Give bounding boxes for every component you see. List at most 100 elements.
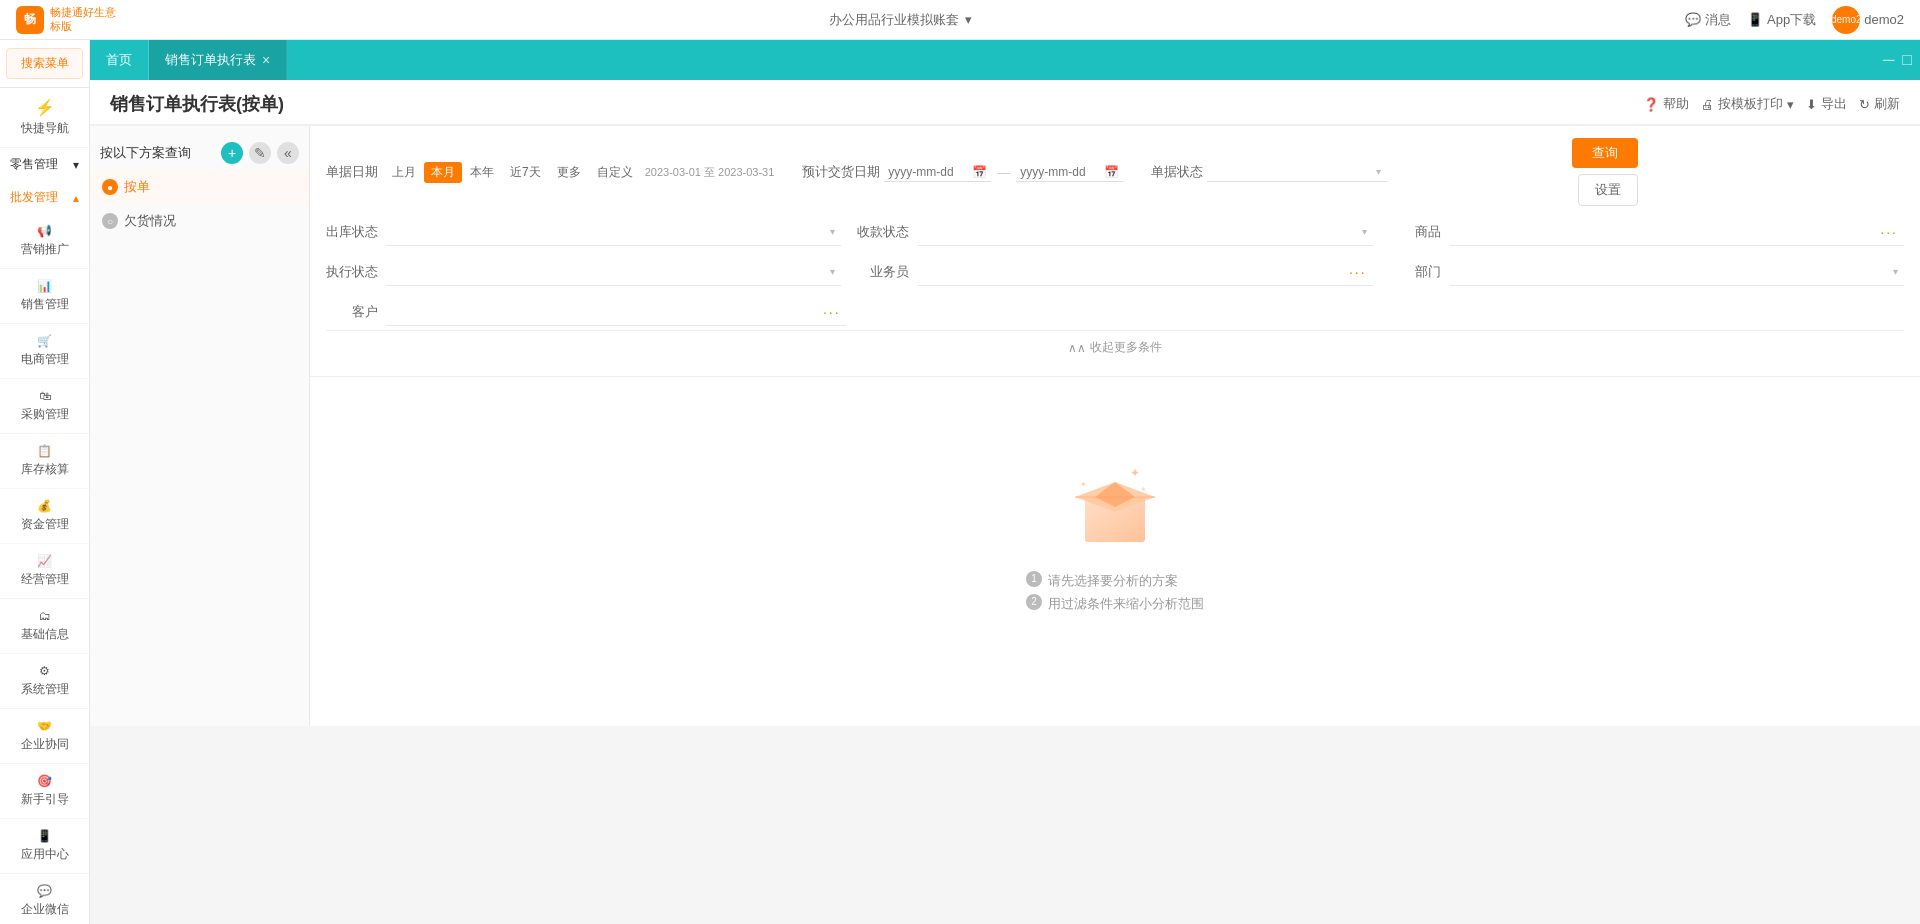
refresh-icon: ↻ — [1859, 97, 1870, 112]
sidebar-item-basicinfo[interactable]: 🗂 基础信息 — [0, 599, 89, 654]
finance-icon: 💰 — [37, 499, 52, 513]
date-btn-lastmonth[interactable]: 上月 — [384, 161, 424, 184]
salesperson-label: 业务员 — [857, 263, 917, 281]
sidebar-item-finance[interactable]: 💰 资金管理 — [0, 489, 89, 544]
salesperson-more-icon[interactable]: ··· — [1349, 264, 1367, 280]
tab-close-icon[interactable]: × — [262, 52, 270, 68]
sidebar-item-wholesale[interactable]: 批发管理 ▴ — [0, 181, 89, 214]
collapse-panel-button[interactable]: « — [277, 142, 299, 164]
doc-status-select[interactable]: ▾ — [1207, 162, 1387, 182]
left-panel: 按以下方案查询 + ✎ « ● 按单 ○ — [90, 126, 310, 726]
breadcrumb-arrow-icon[interactable]: ▾ — [965, 12, 972, 27]
sidebar-item-inventory[interactable]: 📋 库存核算 — [0, 434, 89, 489]
scheme-item-byorder[interactable]: ● 按单 — [90, 170, 309, 204]
purchase-icon: 🛍 — [39, 389, 51, 403]
content-area: 首页 销售订单执行表 × ─ □ 销售订单执行表(按单) ❓ 帮助 — [90, 40, 1920, 924]
system-icon: ⚙ — [39, 664, 50, 678]
sidebar-item-operations[interactable]: 📈 经营管理 — [0, 544, 89, 599]
tab-active[interactable]: 销售订单执行表 × — [149, 40, 287, 80]
message-icon: 💬 — [1685, 12, 1701, 27]
sidebar-item-collab[interactable]: 🤝 企业协同 — [0, 709, 89, 764]
scheme-dot-inactive: ○ — [102, 213, 118, 229]
salesperson-input[interactable]: ··· — [917, 258, 1372, 286]
sidebar-item-retail[interactable]: 零售管理 ▾ — [0, 148, 89, 181]
sidebar-item-appcenter[interactable]: 📱 应用中心 — [0, 819, 89, 874]
date-filter-group: 单据日期 上月 本月 本年 近7天 更多 自定义 — [326, 161, 774, 184]
filter-section: 单据日期 上月 本月 本年 近7天 更多 自定义 — [310, 126, 1920, 377]
payment-status-arrow-icon: ▾ — [1362, 226, 1367, 237]
scheme-item-stock[interactable]: ○ 欠货情况 — [90, 204, 309, 238]
goods-label: 商品 — [1389, 223, 1449, 241]
date-btn-thisyear[interactable]: 本年 — [462, 161, 502, 184]
date-btn-7days[interactable]: 近7天 — [502, 161, 549, 184]
edit-scheme-button[interactable]: ✎ — [249, 142, 271, 164]
search-menu-button[interactable]: 搜索菜单 — [6, 48, 83, 79]
goods-input[interactable]: ··· — [1449, 218, 1904, 246]
tab-bar: 首页 销售订单执行表 × ─ □ — [90, 40, 1920, 80]
tab-maximize-icon[interactable]: □ — [1902, 51, 1912, 69]
expected-date-end[interactable]: 📅 — [1016, 163, 1123, 182]
sidebar-item-purchase[interactable]: 🛍 采购管理 — [0, 379, 89, 434]
sidebar-item-ecommerce[interactable]: 🛒 电商管理 — [0, 324, 89, 379]
sidebar-item-quicknav[interactable]: ⚡ 快捷导航 — [0, 88, 89, 148]
app-download-button[interactable]: 📱 App下载 — [1747, 11, 1816, 29]
add-scheme-button[interactable]: + — [221, 142, 243, 164]
date-btn-custom[interactable]: 自定义 — [589, 161, 641, 184]
print-button[interactable]: 🖨 按模板打印 ▾ — [1701, 95, 1794, 113]
expected-date-group: 预计交货日期 📅 — 📅 — [802, 163, 1123, 182]
newbie-icon: 🎯 — [37, 774, 52, 788]
doc-status-arrow-icon: ▾ — [1376, 166, 1381, 177]
customer-label: 客户 — [326, 303, 386, 321]
user-menu[interactable]: demo2 demo2 — [1832, 6, 1904, 34]
sidebar-item-wxwork[interactable]: 💬 企业微信 — [0, 874, 89, 924]
logo-area: 畅 畅捷通好生意 标版 — [16, 6, 116, 34]
page-title: 销售订单执行表(按单) — [110, 92, 284, 116]
page-header-actions: ❓ 帮助 🖨 按模板打印 ▾ ⬇ 导出 ↻ — [1643, 95, 1900, 113]
date-btn-thismonth[interactable]: 本月 — [424, 162, 462, 183]
refresh-button[interactable]: ↻ 刷新 — [1859, 95, 1900, 113]
page-header: 销售订单执行表(按单) ❓ 帮助 🖨 按模板打印 ▾ ⬇ — [90, 80, 1920, 125]
sales-icon: 📊 — [37, 279, 52, 293]
payment-status-label: 收款状态 — [857, 223, 917, 241]
expected-date-start[interactable]: 📅 — [884, 163, 991, 182]
dept-select[interactable]: ▾ — [1449, 258, 1904, 286]
sidebar-item-system[interactable]: ⚙ 系统管理 — [0, 654, 89, 709]
exec-status-label: 执行状态 — [326, 263, 386, 281]
breadcrumb[interactable]: 办公用品行业模拟账套 ▾ — [829, 11, 972, 29]
help-button[interactable]: ❓ 帮助 — [1643, 95, 1689, 113]
goods-more-icon[interactable]: ··· — [1880, 224, 1898, 240]
sidebar-item-marketing[interactable]: 📢 营销推广 — [0, 214, 89, 269]
sidebar: 搜索菜单 ⚡ 快捷导航 零售管理 ▾ 批发管理 ▴ 📢 营销推广 📊 销售管理 … — [0, 40, 90, 924]
exec-status-arrow-icon: ▾ — [830, 266, 835, 277]
message-button[interactable]: 💬 消息 — [1685, 11, 1731, 29]
settings-button[interactable]: 设置 — [1578, 174, 1638, 206]
date-range-text: 2023-03-01 至 2023-03-31 — [645, 165, 775, 180]
customer-more-icon[interactable]: ··· — [823, 304, 841, 320]
calendar-start-icon[interactable]: 📅 — [972, 165, 987, 179]
collapse-filter-button[interactable]: ∧∧ 收起更多条件 — [326, 330, 1904, 364]
out-status-select[interactable]: ▾ — [386, 218, 841, 246]
tab-minimize-icon[interactable]: ─ — [1883, 51, 1894, 69]
logo-text: 畅捷通好生意 标版 — [50, 6, 116, 32]
exec-status-select[interactable]: ▾ — [386, 258, 841, 286]
search-button[interactable]: 查询 — [1572, 138, 1638, 168]
date-btn-more[interactable]: 更多 — [549, 161, 589, 184]
marketing-icon: 📢 — [37, 224, 52, 238]
expected-date-end-input[interactable] — [1020, 165, 1100, 179]
doc-status-label: 单据状态 — [1151, 163, 1203, 181]
top-bar-right: 💬 消息 📱 App下载 demo2 demo2 — [1685, 6, 1904, 34]
export-icon: ⬇ — [1806, 97, 1817, 112]
svg-text:✦: ✦ — [1080, 480, 1087, 489]
dept-label: 部门 — [1389, 263, 1449, 281]
export-button[interactable]: ⬇ 导出 — [1806, 95, 1847, 113]
expected-date-start-input[interactable] — [888, 165, 968, 179]
customer-input[interactable]: ··· — [386, 298, 847, 326]
payment-status-select[interactable]: ▾ — [917, 218, 1372, 246]
sidebar-search-area: 搜索菜单 — [0, 40, 89, 88]
sidebar-item-newbie[interactable]: 🎯 新手引导 — [0, 764, 89, 819]
sidebar-item-sales[interactable]: 📊 销售管理 — [0, 269, 89, 324]
calendar-end-icon[interactable]: 📅 — [1104, 165, 1119, 179]
empty-state-icon: ✦ ✦ ✦ — [1065, 457, 1165, 557]
tab-home[interactable]: 首页 — [90, 40, 149, 80]
date-separator: — — [995, 165, 1012, 180]
